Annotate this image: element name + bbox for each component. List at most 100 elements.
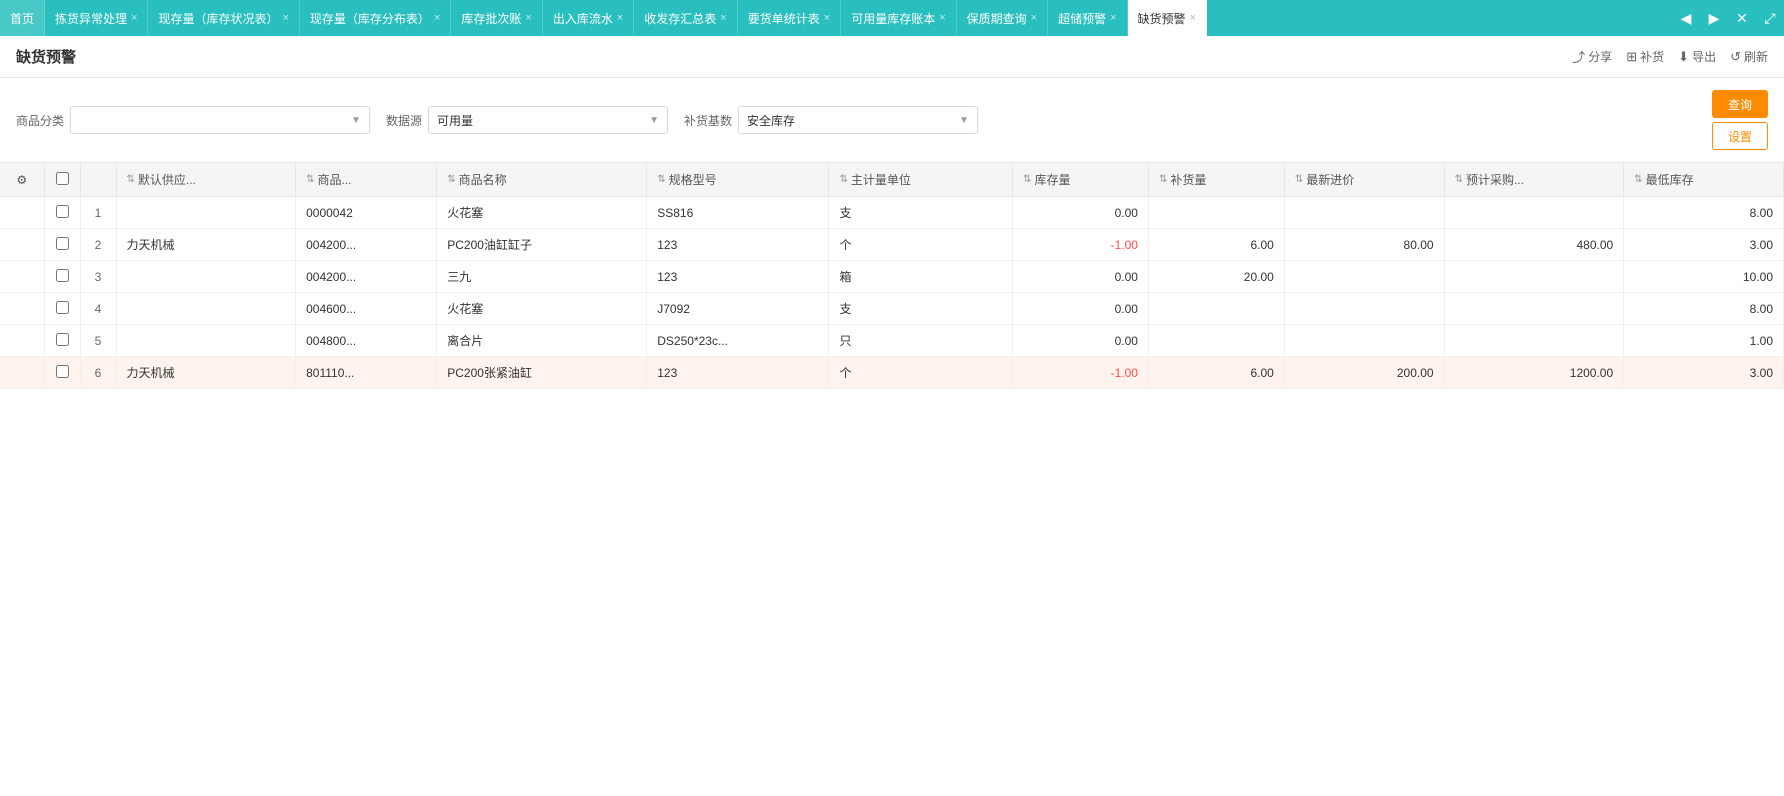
sort-product-code-icon[interactable]: ⇅ (306, 174, 314, 185)
refresh-button[interactable]: ↺ 刷新 (1730, 48, 1768, 65)
th-product-name: ⇅ 商品名称 (437, 163, 647, 197)
close-tab-inventory-dist[interactable]: × (434, 12, 440, 24)
datasource-select[interactable]: 可用量 ▼ (428, 106, 668, 134)
row-checkbox[interactable] (56, 205, 69, 218)
tab-batch-account[interactable]: 库存批次账 × (451, 0, 542, 36)
select-all-checkbox[interactable] (56, 172, 69, 185)
row-supplier (116, 261, 296, 293)
row-product-code: 801110... (296, 357, 437, 389)
sort-replenish-icon[interactable]: ⇅ (1159, 174, 1167, 185)
row-supplier (116, 197, 296, 229)
category-arrow-icon: ▼ (351, 115, 361, 126)
row-estimated-purchase: 480.00 (1444, 229, 1624, 261)
row-latest-price: 200.00 (1284, 357, 1444, 389)
row-checkbox-cell (44, 325, 80, 357)
row-stock: -1.00 (1013, 357, 1149, 389)
row-spec: J7092 (647, 293, 829, 325)
row-product-code: 004200... (296, 261, 437, 293)
query-button[interactable]: 查询 (1712, 90, 1768, 118)
replenish-button[interactable]: ⊞ 补货 (1626, 48, 1664, 65)
replenish-base-select[interactable]: 安全库存 ▼ (738, 106, 978, 134)
row-estimated-purchase: 1200.00 (1444, 357, 1624, 389)
table-row: 2 力天机械 004200... PC200油缸缸子 123 个 -1.00 6… (0, 229, 1784, 261)
row-gear-cell (0, 261, 44, 293)
row-gear-cell (0, 325, 44, 357)
row-stock: 0.00 (1013, 293, 1149, 325)
tab-home[interactable]: 首页 (0, 0, 45, 36)
replenish-base-arrow-icon: ▼ (959, 115, 969, 126)
row-gear-cell (0, 293, 44, 325)
category-select[interactable]: ▼ (70, 106, 370, 134)
row-min-stock: 8.00 (1624, 197, 1784, 229)
row-product-code: 004600... (296, 293, 437, 325)
tab-prev-btn[interactable]: ◀ (1672, 0, 1700, 36)
sort-estimated-purchase-icon[interactable]: ⇅ (1455, 174, 1463, 185)
row-seq: 2 (80, 229, 116, 261)
row-checkbox[interactable] (56, 237, 69, 250)
close-tab-picking[interactable]: × (131, 12, 137, 24)
row-seq: 6 (80, 357, 116, 389)
row-latest-price (1284, 325, 1444, 357)
close-tab-overstock[interactable]: × (1110, 12, 1116, 24)
export-button[interactable]: ⬇ 导出 (1678, 48, 1716, 65)
gear-icon[interactable]: ⚙ (16, 173, 27, 187)
tab-close-btn[interactable]: ✕ (1728, 0, 1756, 36)
row-seq: 1 (80, 197, 116, 229)
th-stock: ⇅ 库存量 (1013, 163, 1149, 197)
tab-shortage[interactable]: 缺货预警 × (1128, 0, 1207, 36)
row-seq: 3 (80, 261, 116, 293)
filter-bar: 商品分类 ▼ 数据源 可用量 ▼ 补货基数 安全库存 ▼ 查询 设置 (0, 78, 1784, 163)
sort-min-stock-icon[interactable]: ⇅ (1634, 174, 1642, 185)
row-checkbox-cell (44, 293, 80, 325)
row-checkbox[interactable] (56, 333, 69, 346)
row-replenish: 6.00 (1148, 229, 1284, 261)
tab-inventory-dist[interactable]: 现存量（库存分布表） × (300, 0, 451, 36)
row-replenish (1148, 293, 1284, 325)
row-supplier: 力天机械 (116, 357, 296, 389)
close-tab-summary[interactable]: × (720, 12, 726, 24)
sort-spec-icon[interactable]: ⇅ (657, 174, 665, 185)
sort-latest-price-icon[interactable]: ⇅ (1295, 174, 1303, 185)
share-button[interactable]: ⤴ 分享 (1572, 47, 1612, 66)
row-latest-price: 80.00 (1284, 229, 1444, 261)
row-checkbox[interactable] (56, 365, 69, 378)
tab-order-stats[interactable]: 要货单统计表 × (738, 0, 841, 36)
row-checkbox[interactable] (56, 301, 69, 314)
close-tab-order-stats[interactable]: × (824, 12, 830, 24)
settings-button[interactable]: 设置 (1712, 122, 1768, 150)
row-checkbox[interactable] (56, 269, 69, 282)
tab-next-btn[interactable]: ▶ (1700, 0, 1728, 36)
tab-available-ledger[interactable]: 可用量库存账本 × (841, 0, 956, 36)
th-unit: ⇅ 主计量单位 (829, 163, 1013, 197)
th-checkbox (44, 163, 80, 197)
page-header: 缺货预警 ⤴ 分享 ⊞ 补货 ⬇ 导出 ↺ 刷新 (0, 36, 1784, 78)
sort-stock-icon[interactable]: ⇅ (1023, 174, 1031, 185)
th-supplier: ⇅ 默认供应... (116, 163, 296, 197)
close-tab-batch-account[interactable]: × (525, 12, 531, 24)
table-row: 1 0000042 火花塞 SS816 支 0.00 8.00 (0, 197, 1784, 229)
close-tab-expiry[interactable]: × (1031, 12, 1037, 24)
th-replenish: ⇅ 补货量 (1148, 163, 1284, 197)
replenish-icon: ⊞ (1626, 49, 1637, 65)
row-product-name: PC200张紧油缸 (437, 357, 647, 389)
tab-expand-btn[interactable]: ⤢ (1756, 0, 1784, 36)
row-product-name: 火花塞 (437, 197, 647, 229)
tab-inout-flow[interactable]: 出入库流水 × (543, 0, 634, 36)
close-tab-available-ledger[interactable]: × (939, 12, 945, 24)
sort-unit-icon[interactable]: ⇅ (839, 174, 847, 185)
row-checkbox-cell (44, 357, 80, 389)
tab-expiry[interactable]: 保质期查询 × (957, 0, 1048, 36)
close-tab-inout-flow[interactable]: × (617, 12, 623, 24)
row-spec: 123 (647, 357, 829, 389)
datasource-filter-group: 数据源 可用量 ▼ (386, 106, 668, 134)
tab-picking[interactable]: 拣货异常处理 × (45, 0, 148, 36)
tab-inventory-status[interactable]: 现存量（库存状况表） × (148, 0, 299, 36)
close-tab-shortage[interactable]: × (1190, 12, 1196, 24)
sort-supplier-icon[interactable]: ⇅ (127, 174, 135, 185)
row-gear-cell (0, 197, 44, 229)
sort-product-name-icon[interactable]: ⇅ (447, 174, 455, 185)
close-tab-inventory-status[interactable]: × (282, 12, 288, 24)
row-checkbox-cell (44, 197, 80, 229)
tab-overstock[interactable]: 超储预警 × (1048, 0, 1127, 36)
tab-summary[interactable]: 收发存汇总表 × (634, 0, 737, 36)
